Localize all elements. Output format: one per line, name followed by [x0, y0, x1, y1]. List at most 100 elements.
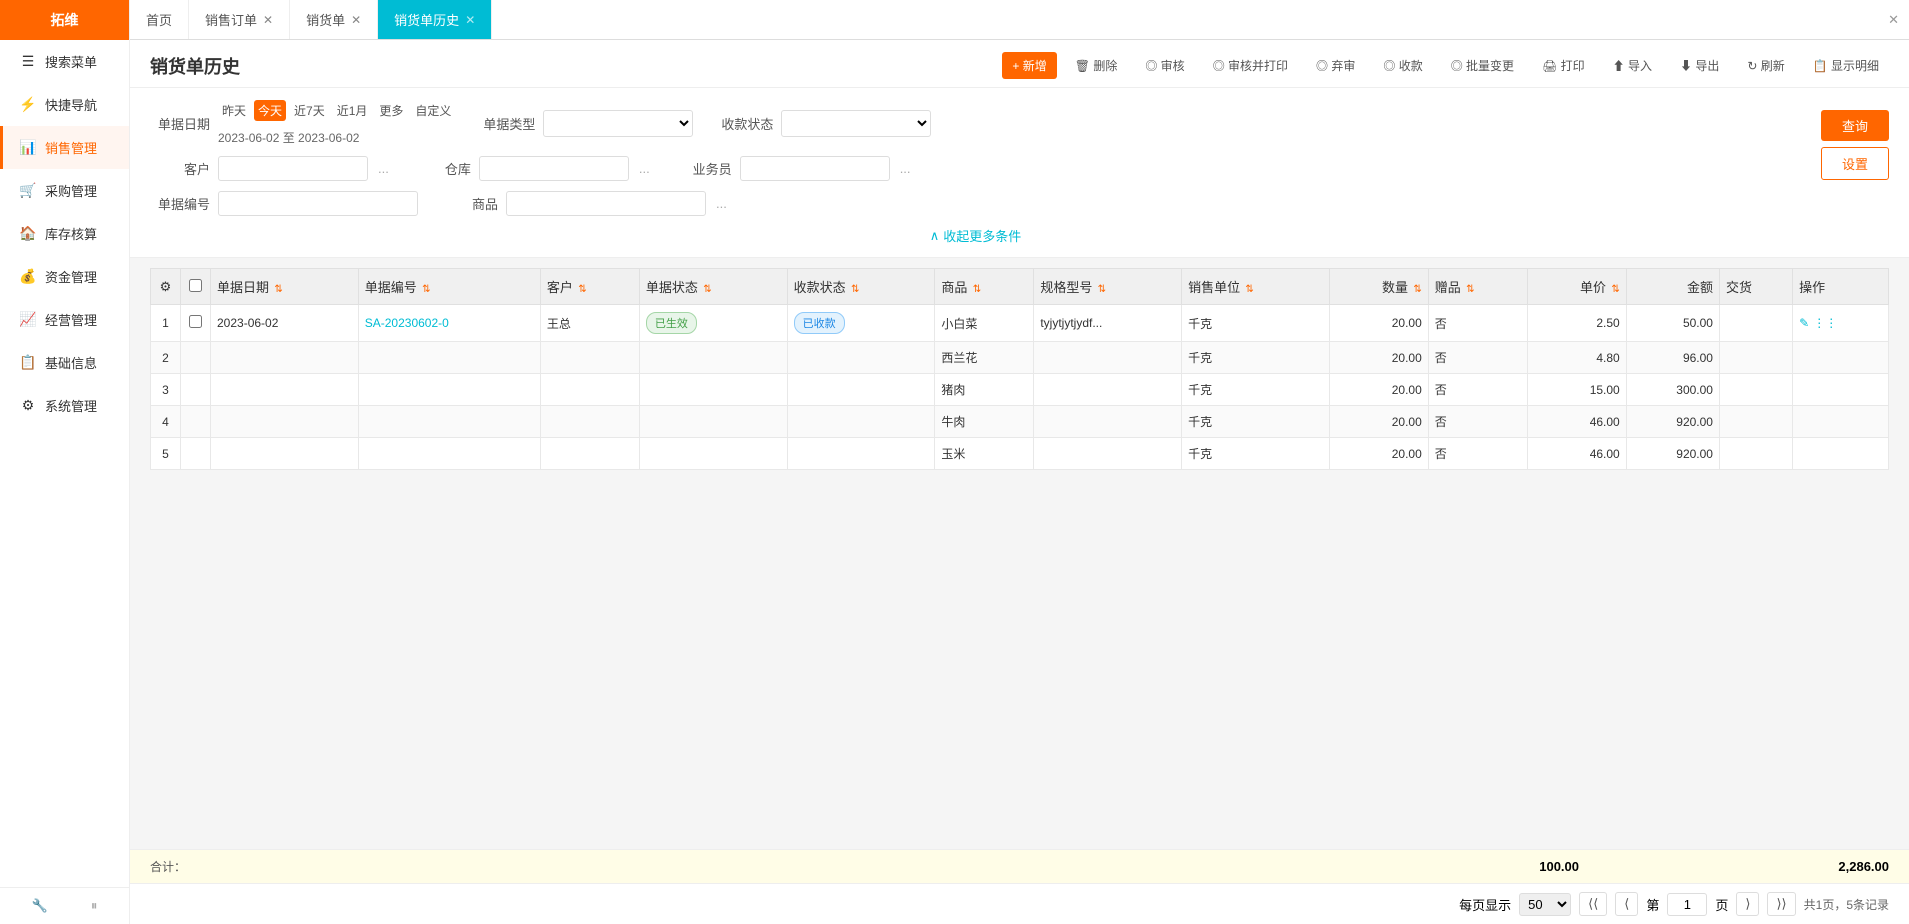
- col-gift-header[interactable]: 赠品 ⇅: [1428, 269, 1527, 305]
- col-spec-header[interactable]: 规格型号 ⇅: [1034, 269, 1182, 305]
- toolbar: + 新增 🗑 删除 ◎ 审核 ◎ 审核并打印 ◎ 弃审 ◎ 收款 ◎ 批量变更 …: [1002, 52, 1889, 79]
- new-button[interactable]: + 新增: [1002, 52, 1056, 79]
- goods-input[interactable]: [506, 191, 706, 216]
- staff-input[interactable]: [740, 156, 890, 181]
- tab-delivery-history-close[interactable]: ✕: [465, 13, 475, 27]
- sidebar-item-quick-nav[interactable]: ⚡ 快捷导航: [0, 83, 129, 126]
- sidebar-bottom: 🔧 ⏸: [0, 887, 129, 924]
- tab-delivery-history[interactable]: 销货单历史 ✕: [378, 0, 492, 39]
- query-button[interactable]: 查询: [1821, 110, 1889, 141]
- customer-ellipsis-btn[interactable]: ...: [376, 159, 391, 178]
- row-bill-status: [639, 374, 787, 406]
- collect-status-select[interactable]: [781, 110, 931, 137]
- bill-type-select[interactable]: [543, 110, 693, 137]
- customer-input[interactable]: [218, 156, 368, 181]
- row-bill-status: 已生效: [639, 305, 787, 342]
- abandon-button[interactable]: ◎ 弃审: [1306, 52, 1365, 79]
- page-input[interactable]: [1667, 893, 1707, 916]
- collect-button[interactable]: ◎ 收款: [1373, 52, 1432, 79]
- settings-bottom-icon[interactable]: 🔧: [32, 898, 48, 914]
- sidebar-item-search[interactable]: ☰ 搜索菜单: [0, 40, 129, 83]
- warehouse-ellipsis-btn[interactable]: ...: [637, 159, 652, 178]
- col-bill-no-header[interactable]: 单据编号 ⇅: [358, 269, 540, 305]
- date-btn-today[interactable]: 今天: [254, 100, 286, 121]
- select-all-checkbox[interactable]: [189, 279, 202, 292]
- collapse-button[interactable]: ∧ 收起更多条件: [930, 226, 1022, 245]
- show-detail-button[interactable]: 📋 显示明细: [1803, 52, 1889, 79]
- tab-sales-order[interactable]: 销售订单 ✕: [189, 0, 290, 39]
- filter-staff: 业务员 ...: [672, 156, 913, 181]
- audit-button[interactable]: ◎ 审核: [1135, 52, 1194, 79]
- col-qty-label: 数量: [1382, 280, 1408, 295]
- row-unit: 千克: [1182, 438, 1330, 470]
- row-qty: 20.00: [1329, 374, 1428, 406]
- last-page-btn[interactable]: ⟩⟩: [1767, 892, 1795, 916]
- settings-icon[interactable]: ⚙: [160, 279, 172, 294]
- row-collect-status: [787, 406, 935, 438]
- bill-no-link[interactable]: SA-20230602-0: [365, 316, 449, 330]
- tab-home[interactable]: 首页: [130, 0, 189, 39]
- date-btn-7days[interactable]: 近7天: [290, 100, 329, 121]
- col-unit-header[interactable]: 销售单位 ⇅: [1182, 269, 1330, 305]
- sidebar-item-operations[interactable]: 📈 经营管理: [0, 298, 129, 341]
- sidebar-item-purchase[interactable]: 🛒 采购管理: [0, 169, 129, 212]
- prev-page-btn[interactable]: ⟨: [1615, 892, 1638, 916]
- sort-icon-unit: ⇅: [1245, 284, 1253, 295]
- table-area: ⚙ 单据日期 ⇅ 单据编号 ⇅: [130, 258, 1909, 849]
- row-spec: [1034, 342, 1182, 374]
- tab-bar-end[interactable]: ✕: [1888, 12, 1909, 28]
- sidebar-item-system[interactable]: ⚙ 系统管理: [0, 384, 129, 427]
- col-collect-status-header[interactable]: 收款状态 ⇅: [787, 269, 935, 305]
- sidebar-item-label: 系统管理: [45, 396, 97, 415]
- row-checkbox[interactable]: [181, 438, 211, 470]
- date-btn-custom[interactable]: 自定义: [411, 100, 455, 121]
- delete-button[interactable]: 🗑 删除: [1065, 52, 1128, 79]
- sidebar-item-base[interactable]: 📋 基础信息: [0, 341, 129, 384]
- query-set-group: 查询 设置: [1821, 110, 1889, 180]
- col-customer-header[interactable]: 客户 ⇅: [540, 269, 639, 305]
- col-unit-price-header[interactable]: 单价 ⇅: [1527, 269, 1626, 305]
- sidebar-item-inventory[interactable]: 🏠 库存核算: [0, 212, 129, 255]
- goods-ellipsis-btn[interactable]: ...: [714, 194, 729, 213]
- row-num: 3: [151, 374, 181, 406]
- edit-action[interactable]: ✎: [1799, 316, 1809, 330]
- sidebar-item-finance[interactable]: 💰 资金管理: [0, 255, 129, 298]
- next-page-btn[interactable]: ⟩: [1736, 892, 1759, 916]
- col-settings[interactable]: ⚙: [151, 269, 181, 305]
- row-checkbox[interactable]: [181, 406, 211, 438]
- sidebar-item-label: 经营管理: [45, 310, 97, 329]
- bill-no-input[interactable]: [218, 191, 418, 216]
- sort-icon-customer: ⇅: [578, 284, 586, 295]
- date-btn-more[interactable]: 更多: [375, 100, 407, 121]
- tab-sales-order-close[interactable]: ✕: [263, 13, 273, 27]
- row-checkbox[interactable]: [181, 374, 211, 406]
- col-date-header[interactable]: 单据日期 ⇅: [211, 269, 359, 305]
- col-qty-header[interactable]: 数量 ⇅: [1329, 269, 1428, 305]
- refresh-button[interactable]: ↻ 刷新: [1737, 52, 1794, 79]
- tab-delivery-close[interactable]: ✕: [351, 13, 361, 27]
- row-unit-price: 46.00: [1527, 438, 1626, 470]
- audit-print-button[interactable]: ◎ 审核并打印: [1203, 52, 1298, 79]
- staff-ellipsis-btn[interactable]: ...: [898, 159, 913, 178]
- first-page-btn[interactable]: ⟨⟨: [1579, 892, 1607, 916]
- warehouse-input[interactable]: [479, 156, 629, 181]
- per-page-select[interactable]: 50 100 200: [1519, 893, 1571, 916]
- date-btn-yesterday[interactable]: 昨天: [218, 100, 250, 121]
- sidebar-item-label: 采购管理: [45, 181, 97, 200]
- col-bill-status-header[interactable]: 单据状态 ⇅: [639, 269, 787, 305]
- row-checkbox[interactable]: [181, 305, 211, 342]
- date-btn-1month[interactable]: 近1月: [333, 100, 372, 121]
- set-button[interactable]: 设置: [1821, 147, 1889, 180]
- pause-icon[interactable]: ⏸: [91, 898, 98, 914]
- export-button[interactable]: ⬇ 导出: [1670, 52, 1729, 79]
- row-checkbox[interactable]: [181, 342, 211, 374]
- tab-delivery[interactable]: 销货单 ✕: [290, 0, 378, 39]
- print-button[interactable]: 🖨 打印: [1532, 52, 1595, 79]
- batch-change-button[interactable]: ◎ 批量变更: [1441, 52, 1524, 79]
- filter-collect-status: 收款状态: [713, 110, 931, 137]
- bill-type-label: 单据类型: [475, 114, 535, 133]
- import-button[interactable]: ⬆ 导入: [1603, 52, 1662, 79]
- more-action[interactable]: ⋮⋮: [1813, 316, 1837, 330]
- sidebar-item-sales[interactable]: 📊 销售管理: [0, 126, 129, 169]
- col-goods-header[interactable]: 商品 ⇅: [935, 269, 1034, 305]
